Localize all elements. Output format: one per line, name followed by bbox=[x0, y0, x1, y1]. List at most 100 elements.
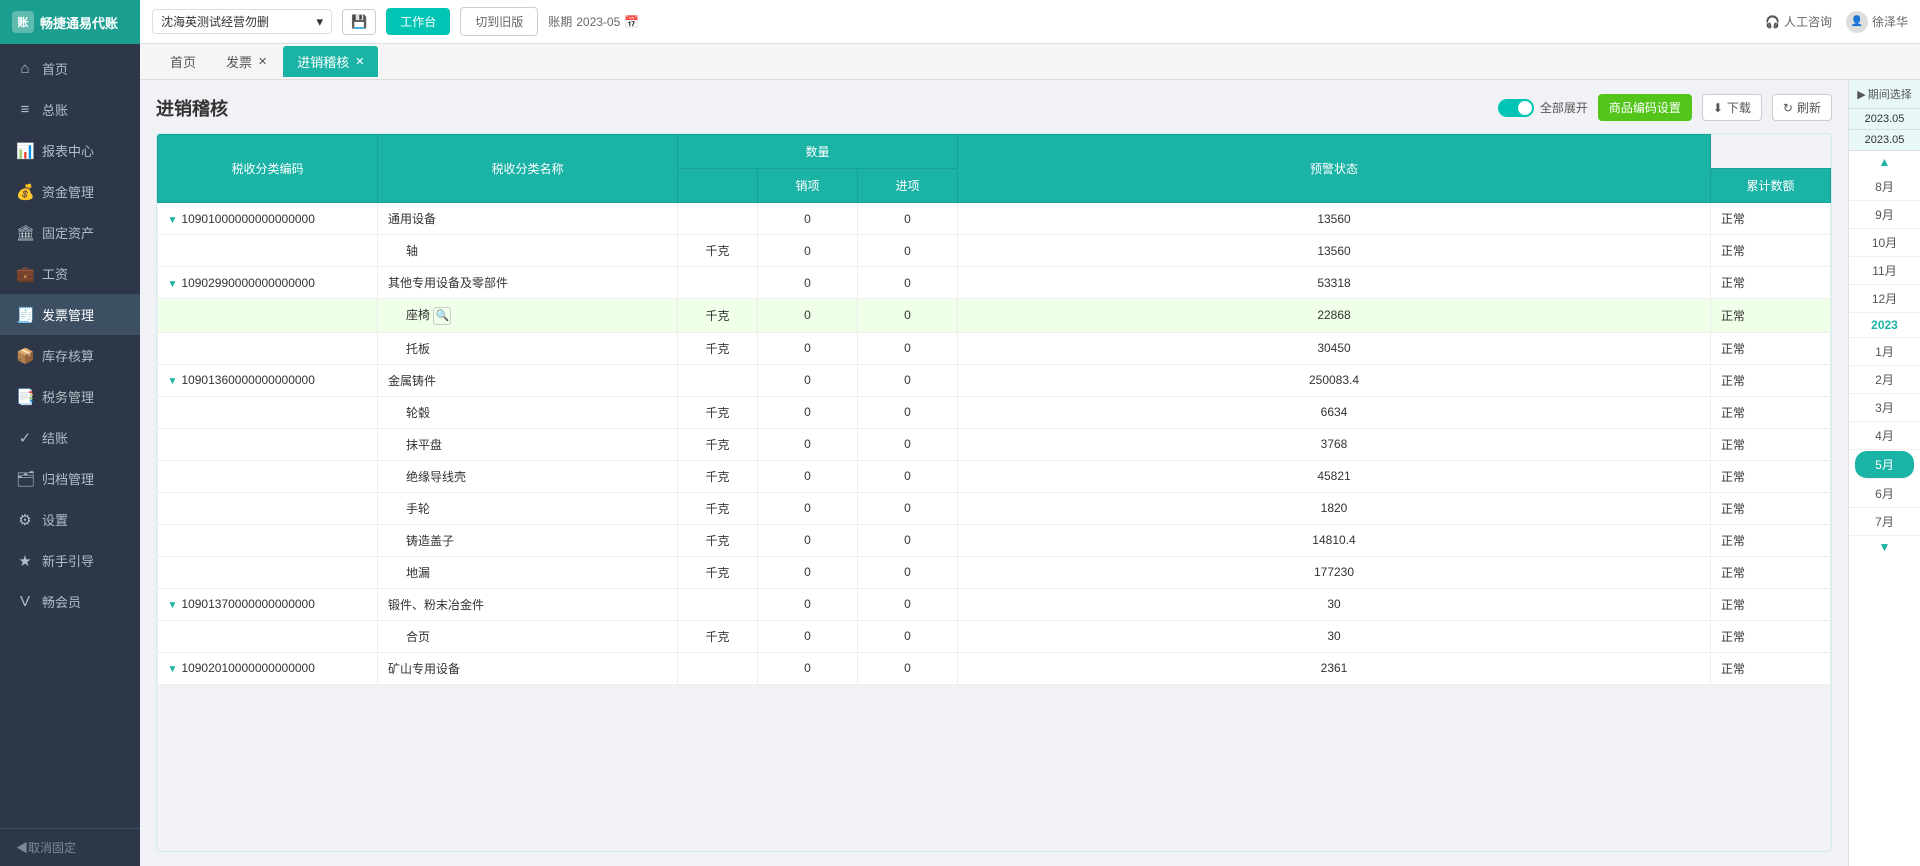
sidebar-item-label: 归档管理 bbox=[42, 469, 94, 488]
table-cell-name: 地漏 bbox=[378, 556, 678, 588]
expand-icon[interactable]: ▼ bbox=[168, 215, 178, 226]
sidebar-item-closing[interactable]: ✓ 结账 bbox=[0, 417, 140, 458]
sidebar-item-archive[interactable]: 🗂 归档管理 bbox=[0, 458, 140, 499]
period-month-item[interactable]: 8月 bbox=[1849, 173, 1920, 201]
table-cell-code bbox=[158, 620, 378, 652]
service-button[interactable]: 🎧 人工咨询 bbox=[1765, 13, 1832, 30]
period-month-item[interactable]: 3月 bbox=[1849, 394, 1920, 422]
sidebar-item-ledger[interactable]: ≡ 总账 bbox=[0, 89, 140, 130]
period-header[interactable]: ▶ 期间选择 bbox=[1849, 80, 1920, 109]
period-month-item[interactable]: 2023 bbox=[1849, 313, 1920, 338]
table-cell-total: 30 bbox=[958, 588, 1711, 620]
period-month-item[interactable]: 7月 bbox=[1849, 508, 1920, 536]
tab-invoice[interactable]: 发票 ✕ bbox=[212, 46, 281, 77]
sidebar-item-label: 固定资产 bbox=[42, 223, 94, 242]
expand-icon[interactable]: ▼ bbox=[168, 376, 178, 387]
archive-icon: 🗂 bbox=[16, 470, 34, 488]
table-cell-sales: 0 bbox=[758, 492, 858, 524]
table-cell-unit: 千克 bbox=[678, 620, 758, 652]
table-cell-unit bbox=[678, 203, 758, 235]
sidebar-item-tax[interactable]: 📑 税务管理 bbox=[0, 376, 140, 417]
sidebar-item-settings[interactable]: ⚙ 设置 bbox=[0, 499, 140, 540]
table-cell-purchase: 0 bbox=[858, 364, 958, 396]
table-cell-unit: 千克 bbox=[678, 556, 758, 588]
table-cell-purchase: 0 bbox=[858, 588, 958, 620]
table-cell-sales: 0 bbox=[758, 364, 858, 396]
tab-invoice-close[interactable]: ✕ bbox=[258, 55, 267, 68]
table-cell-total: 14810.4 bbox=[958, 524, 1711, 556]
tax-icon: 📑 bbox=[16, 388, 34, 406]
tab-reconciliation[interactable]: 进销稽核 ✕ bbox=[283, 46, 378, 77]
period-month-item[interactable]: 11月 bbox=[1849, 257, 1920, 285]
table-cell-purchase: 0 bbox=[858, 203, 958, 235]
sidebar-pin-toggle[interactable]: ◀取消固定 bbox=[0, 828, 140, 866]
row-search-icon[interactable]: 🔍 bbox=[433, 307, 451, 325]
expand-toggle[interactable]: 全部展开 bbox=[1498, 99, 1588, 117]
toggle-switch[interactable] bbox=[1498, 99, 1534, 117]
sidebar-item-home[interactable]: ⌂ 首页 bbox=[0, 48, 140, 89]
tab-reconciliation-close[interactable]: ✕ bbox=[355, 55, 364, 68]
table-cell-total: 3768 bbox=[958, 428, 1711, 460]
switch-old-button[interactable]: 切到旧版 bbox=[460, 7, 538, 36]
expand-icon[interactable]: ▼ bbox=[168, 600, 178, 611]
sidebar-item-inventory[interactable]: 📦 库存核算 bbox=[0, 335, 140, 376]
sidebar-item-guide[interactable]: ★ 新手引导 bbox=[0, 540, 140, 581]
service-icon: 🎧 bbox=[1765, 15, 1780, 29]
period-up-button[interactable]: ▲ bbox=[1849, 151, 1920, 173]
refresh-button[interactable]: ↻ 刷新 bbox=[1772, 94, 1832, 121]
table-cell-code: ▼10902990000000000000 bbox=[158, 267, 378, 299]
col-tax-code: 税收分类编码 bbox=[158, 135, 378, 203]
table-cell-code: ▼10901370000000000000 bbox=[158, 588, 378, 620]
table-cell-purchase: 0 bbox=[858, 267, 958, 299]
tabs-bar: 首页 发票 ✕ 进销稽核 ✕ bbox=[140, 44, 1920, 80]
sidebar-item-reports[interactable]: 📊 报表中心 bbox=[0, 130, 140, 171]
tab-home-label: 首页 bbox=[170, 52, 196, 71]
data-table-wrap: 税收分类编码 税收分类名称 数量 预警状态 销项 进项 累计数额 bbox=[156, 133, 1832, 852]
period-month-item[interactable]: 5月 bbox=[1855, 451, 1914, 479]
company-selector[interactable]: 沈海英测试经营勿删 ▾ bbox=[152, 9, 332, 34]
sidebar-item-funds[interactable]: 💰 资金管理 bbox=[0, 171, 140, 212]
table-cell-warning: 正常 bbox=[1711, 428, 1831, 460]
sidebar-item-label: 资金管理 bbox=[42, 182, 94, 201]
closing-icon: ✓ bbox=[16, 429, 34, 447]
tab-home[interactable]: 首页 bbox=[156, 46, 210, 77]
period-month-item[interactable]: 9月 bbox=[1849, 201, 1920, 229]
table-cell-name: 抹平盘 bbox=[378, 428, 678, 460]
logo-icon: 账 bbox=[12, 11, 34, 33]
expand-icon[interactable]: ▼ bbox=[168, 279, 178, 290]
table-cell-purchase: 0 bbox=[858, 299, 958, 333]
table-cell-name: 锻件、粉末冶金件 bbox=[378, 588, 678, 620]
period-month-item[interactable]: 6月 bbox=[1849, 480, 1920, 508]
table-cell-unit: 千克 bbox=[678, 332, 758, 364]
sidebar-item-payroll[interactable]: 💼 工资 bbox=[0, 253, 140, 294]
period-down-button[interactable]: ▼ bbox=[1849, 536, 1920, 558]
period-month-item[interactable]: 1月 bbox=[1849, 338, 1920, 366]
table-cell-code: ▼10901000000000000000 bbox=[158, 203, 378, 235]
table-cell-sales: 0 bbox=[758, 396, 858, 428]
table-cell-unit bbox=[678, 652, 758, 684]
download-button[interactable]: ⬇ 下载 bbox=[1702, 94, 1762, 121]
sidebar-item-assets[interactable]: 🏛 固定资产 bbox=[0, 212, 140, 253]
sidebar-item-invoice[interactable]: 🧾 发票管理 bbox=[0, 294, 140, 335]
page-header: 进销稽核 全部展开 商品编码设置 ⬇ 下载 ↻ 刷新 bbox=[156, 94, 1832, 121]
user-menu[interactable]: 👤 徐泽华 bbox=[1846, 11, 1908, 33]
workbench-button[interactable]: 工作台 bbox=[386, 8, 450, 35]
table-cell-name: 手轮 bbox=[378, 492, 678, 524]
sidebar-item-vip[interactable]: V 畅会员 bbox=[0, 581, 140, 622]
invoice-icon: 🧾 bbox=[16, 306, 34, 324]
toggle-label: 全部展开 bbox=[1540, 99, 1588, 116]
calendar-icon[interactable]: 📅 bbox=[624, 15, 639, 29]
period-month-item[interactable]: 2月 bbox=[1849, 366, 1920, 394]
expand-icon[interactable]: ▼ bbox=[168, 664, 178, 675]
table-cell-unit: 千克 bbox=[678, 492, 758, 524]
period-month-item[interactable]: 12月 bbox=[1849, 285, 1920, 313]
save-draft-button[interactable]: 💾 bbox=[342, 9, 376, 35]
period-month-item[interactable]: 4月 bbox=[1849, 422, 1920, 450]
table-cell-purchase: 0 bbox=[858, 332, 958, 364]
product-code-button[interactable]: 商品编码设置 bbox=[1598, 94, 1692, 121]
table-cell-code bbox=[158, 492, 378, 524]
table-cell-name: 托板 bbox=[378, 332, 678, 364]
period-month-item[interactable]: 10月 bbox=[1849, 229, 1920, 257]
table-cell-sales: 0 bbox=[758, 203, 858, 235]
tab-reconciliation-label: 进销稽核 bbox=[297, 52, 349, 71]
